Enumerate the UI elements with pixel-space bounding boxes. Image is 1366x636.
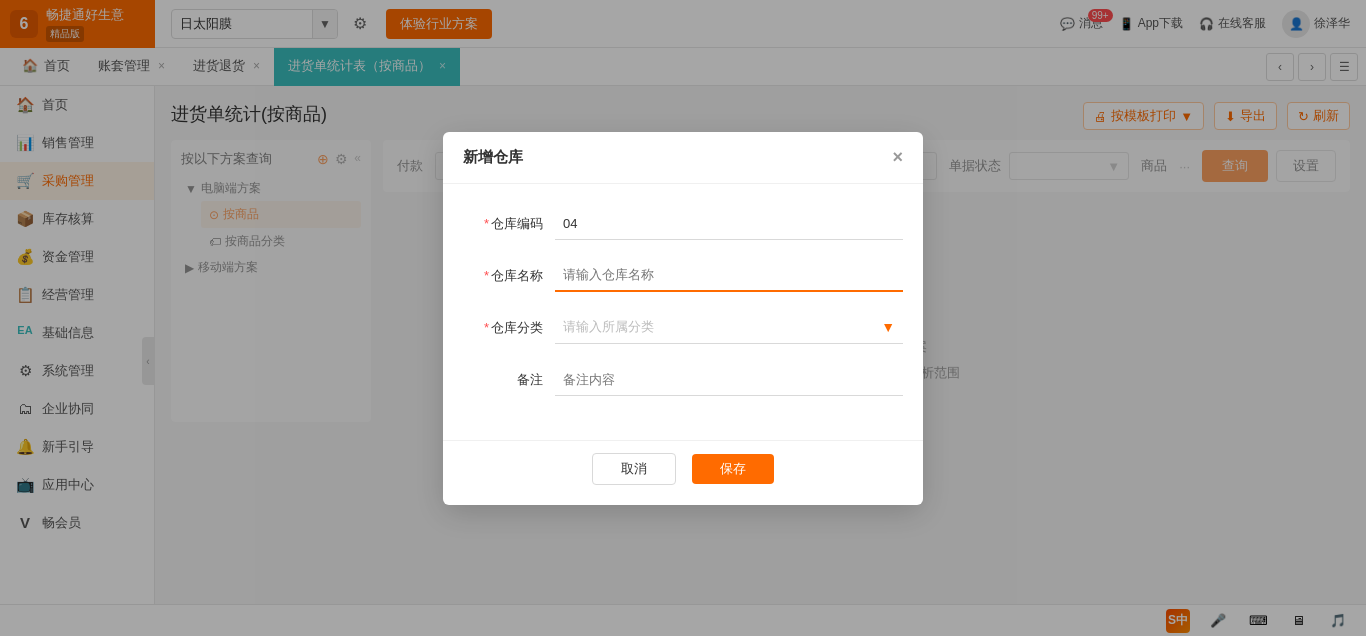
remarks-label: 备注 (463, 371, 543, 389)
remarks-row: 备注 (463, 364, 903, 396)
cancel-button[interactable]: 取消 (592, 453, 676, 485)
select-arrow-icon: ▼ (881, 319, 895, 335)
warehouse-code-input[interactable] (555, 208, 903, 240)
dialog-title: 新增仓库 (463, 148, 523, 167)
dialog-close-btn[interactable]: × (892, 148, 903, 166)
warehouse-category-select[interactable]: 请输入所属分类 ▼ (555, 312, 903, 344)
warehouse-category-label: 仓库分类 (463, 319, 543, 337)
dialog-footer: 取消 保存 (443, 440, 923, 505)
remarks-input[interactable] (555, 364, 903, 396)
modal-overlay: 新增仓库 × 仓库编码 仓库名称 仓库分类 请输入所属分类 ▼ (0, 0, 1366, 636)
new-warehouse-dialog: 新增仓库 × 仓库编码 仓库名称 仓库分类 请输入所属分类 ▼ (443, 132, 923, 505)
category-placeholder: 请输入所属分类 (563, 318, 654, 336)
warehouse-name-input[interactable] (555, 260, 903, 292)
warehouse-category-row: 仓库分类 请输入所属分类 ▼ (463, 312, 903, 344)
warehouse-name-row: 仓库名称 (463, 260, 903, 292)
dialog-body: 仓库编码 仓库名称 仓库分类 请输入所属分类 ▼ 备注 (443, 184, 923, 432)
warehouse-name-label: 仓库名称 (463, 267, 543, 285)
warehouse-code-row: 仓库编码 (463, 208, 903, 240)
dialog-header: 新增仓库 × (443, 132, 923, 184)
save-button[interactable]: 保存 (692, 454, 774, 484)
warehouse-code-label: 仓库编码 (463, 215, 543, 233)
